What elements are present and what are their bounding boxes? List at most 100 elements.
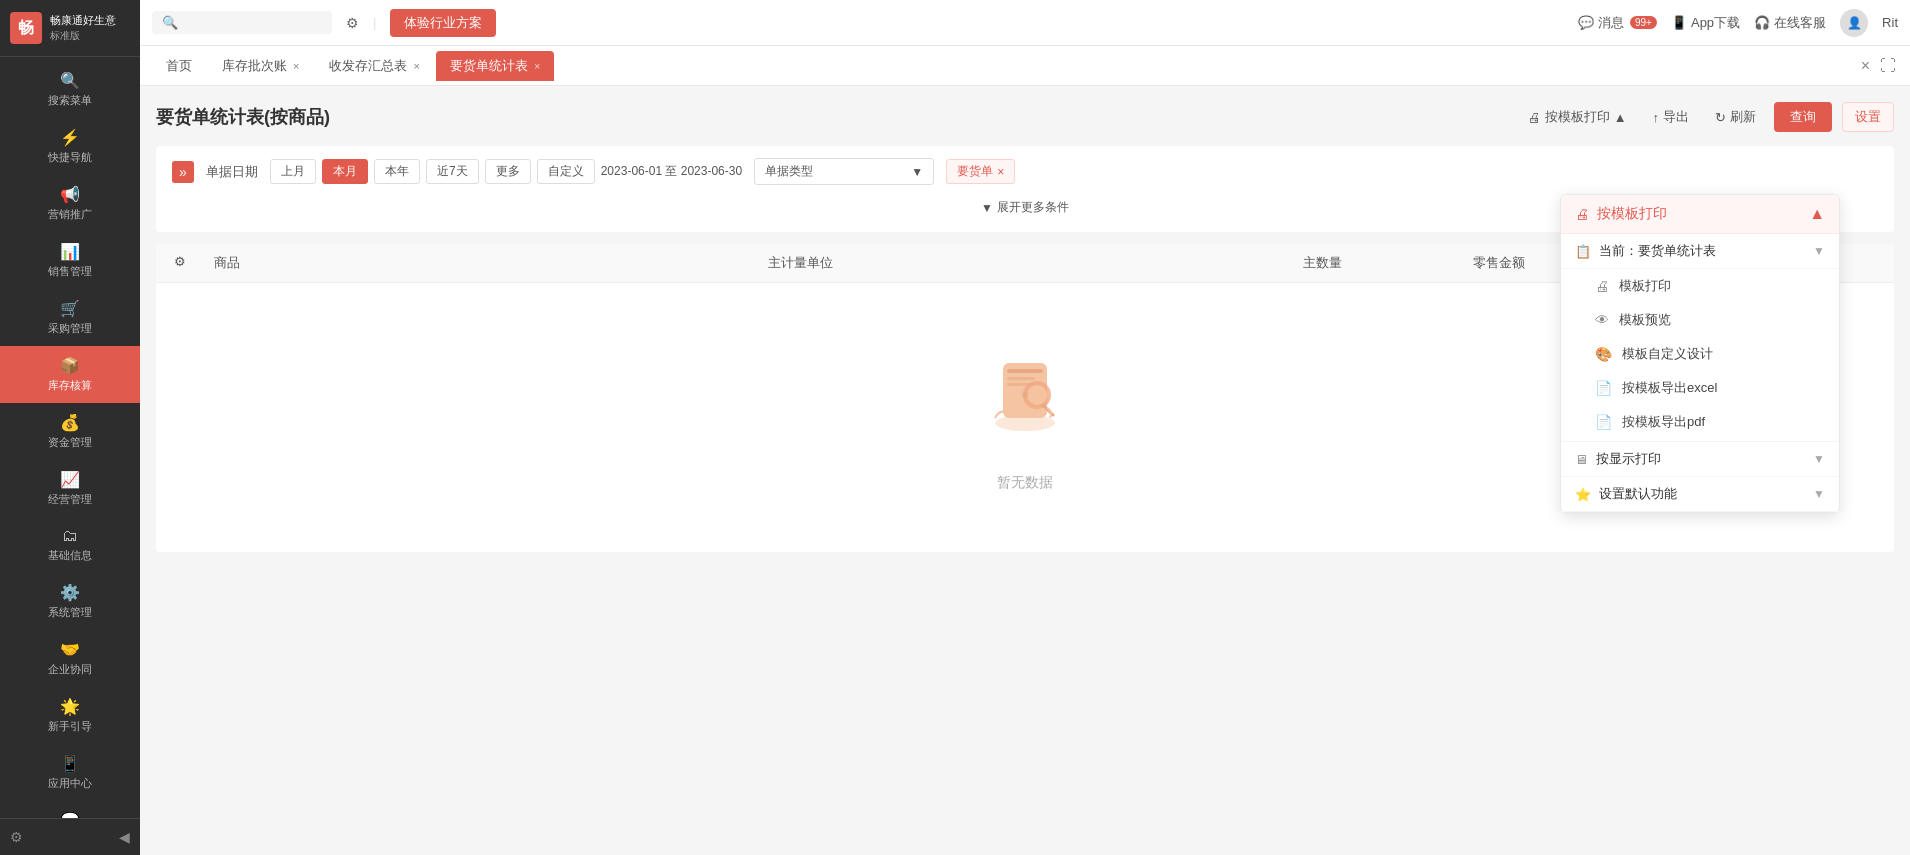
sidebar-item-operations[interactable]: 📈 经营管理 [0, 460, 140, 517]
empty-illustration [975, 343, 1075, 462]
dropdown-display-label: 🖥 按显示打印 [1575, 450, 1661, 468]
empty-svg [975, 343, 1075, 443]
dropdown-item-export-pdf[interactable]: 📄 按模板导出pdf [1561, 405, 1839, 442]
sidebar-item-finance[interactable]: 💰 资金管理 [0, 403, 140, 460]
tab-home-label: 首页 [166, 57, 192, 75]
query-btn[interactable]: 查询 [1774, 102, 1832, 132]
filter-7-days[interactable]: 近7天 [426, 159, 479, 184]
user-avatar[interactable]: 👤 [1840, 9, 1868, 37]
filter-this-month[interactable]: 本月 [322, 159, 368, 184]
sidebar-item-marketing[interactable]: 📢 营销推广 [0, 175, 140, 232]
sidebar-item-label: 经营管理 [48, 492, 92, 507]
tab-batch-account-label: 库存批次账 [222, 57, 287, 75]
sidebar-item-shortcut[interactable]: ⚡ 快捷导航 [0, 118, 140, 175]
expand-more-btn[interactable]: ▼ 展开更多条件 [969, 195, 1081, 220]
avatar-icon: 👤 [1847, 16, 1862, 30]
shortcut-icon: ⚡ [60, 128, 80, 147]
filter-dates: 上月 本月 本年 近7天 更多 自定义 2023-06-01 至 2023-06… [270, 159, 742, 184]
messages-label: 消息 [1598, 14, 1624, 32]
tab-batch-account[interactable]: 库存批次账 × [208, 51, 313, 81]
topbar-search-box: 🔍 [152, 11, 332, 34]
print-template-btn[interactable]: 🖨 按模板打印 ▲ [1520, 104, 1635, 130]
dropdown-item-template-print[interactable]: 🖨 模板打印 [1561, 269, 1839, 303]
sidebar-item-apps[interactable]: 📱 应用中心 [0, 744, 140, 801]
set-default-label-text: 设置默认功能 [1599, 485, 1677, 503]
filter-this-year[interactable]: 本年 [374, 159, 420, 184]
sidebar-item-sales[interactable]: 📊 销售管理 [0, 232, 140, 289]
sidebar-item-guide[interactable]: 🌟 新手引导 [0, 687, 140, 744]
svg-point-8 [1022, 392, 1028, 398]
online-service-btn[interactable]: 🎧 在线客服 [1754, 14, 1826, 32]
tab-batch-account-close[interactable]: × [293, 60, 299, 72]
sidebar-item-system[interactable]: ⚙️ 系统管理 [0, 573, 140, 630]
dropdown-close-btn[interactable]: ▲ [1809, 205, 1825, 223]
inventory-icon: 📦 [60, 356, 80, 375]
tab-home[interactable]: 首页 [152, 51, 206, 81]
col-qty: 主数量 [1180, 244, 1465, 282]
dropdown-display-header[interactable]: 🖥 按显示打印 ▼ [1561, 442, 1839, 476]
settings-action-btn[interactable]: 设置 [1842, 102, 1894, 132]
default-arrow-icon: ▼ [1813, 487, 1825, 501]
chevron-down-icon: ▼ [911, 165, 923, 179]
sidebar-item-wechat[interactable]: 💬 企业微信 [0, 801, 140, 818]
filter-doc-type[interactable]: 单据类型 ▼ [754, 158, 934, 185]
page-title: 要货单统计表(按商品) [156, 105, 330, 129]
svg-rect-3 [1007, 377, 1035, 380]
messages-btn[interactable]: 💬 消息 99+ [1578, 14, 1657, 32]
template-print-label: 模板打印 [1619, 277, 1671, 295]
page-actions: 🖨 按模板打印 ▲ ↑ 导出 ↻ 刷新 查询 设置 [1520, 102, 1894, 132]
main-area: 🔍 ⚙ | 体验行业方案 💬 消息 99+ 📱 App下载 🎧 在线客服 👤 [140, 0, 1910, 855]
dropdown-item-template-design[interactable]: 🎨 模板自定义设计 [1561, 337, 1839, 371]
purchase-icon: 🛒 [60, 299, 80, 318]
sidebar-item-label: 快捷导航 [48, 150, 92, 165]
basic-icon: 🗂 [62, 527, 78, 545]
sidebar-item-basic[interactable]: 🗂 基础信息 [0, 517, 140, 573]
page-header: 要货单统计表(按商品) 🖨 按模板打印 ▲ ↑ 导出 ↻ 刷新 查询 设置 [156, 102, 1894, 132]
sidebar-item-cooperation[interactable]: 🤝 企业协同 [0, 630, 140, 687]
search-input[interactable] [183, 16, 303, 30]
export-btn[interactable]: ↑ 导出 [1645, 104, 1698, 130]
empty-text: 暂无数据 [997, 474, 1053, 492]
template-print-icon: 🖨 [1595, 278, 1609, 294]
print-icon: 🖨 [1528, 110, 1541, 125]
col-settings: ⚙ [166, 244, 206, 282]
sidebar-item-search[interactable]: 🔍 搜索菜单 [0, 61, 140, 118]
logo-icon: 畅 [10, 12, 42, 44]
tab-order-summary[interactable]: 要货单统计表 × [436, 51, 554, 81]
filter-expand-icon[interactable]: » [172, 161, 194, 183]
app-download-btn[interactable]: 📱 App下载 [1671, 14, 1740, 32]
doc-type-label: 单据类型 [765, 163, 813, 180]
dropdown-item-template-preview[interactable]: 👁 模板预览 [1561, 303, 1839, 337]
dropdown-panel: 🖨 按模板打印 ▲ 📋 当前：要货单统计表 ▼ 🖨 模板打印 [1560, 194, 1840, 513]
filter-more[interactable]: 更多 [485, 159, 531, 184]
marketing-icon: 📢 [60, 185, 80, 204]
svg-rect-2 [1007, 369, 1043, 373]
refresh-btn[interactable]: ↻ 刷新 [1707, 104, 1764, 130]
tab-close-all-btn[interactable]: × [1859, 55, 1872, 77]
sidebar-settings-btn[interactable]: ⚙ [10, 829, 23, 845]
dropdown-default-label: ⭐ 设置默认功能 [1575, 485, 1677, 503]
settings-col-icon[interactable]: ⚙ [174, 254, 186, 269]
trial-btn[interactable]: 体验行业方案 [390, 9, 496, 37]
tab-collection-summary-close[interactable]: × [413, 60, 419, 72]
dropdown-header: 🖨 按模板打印 ▲ [1561, 195, 1839, 234]
guide-icon: 🌟 [60, 697, 80, 716]
messages-badge: 99+ [1630, 16, 1657, 29]
dropdown-default-header[interactable]: ⭐ 设置默认功能 ▼ [1561, 477, 1839, 511]
refresh-label: 刷新 [1730, 108, 1756, 126]
sidebar-collapse-btn[interactable]: ◀ [119, 829, 130, 845]
tab-order-summary-close[interactable]: × [534, 60, 540, 72]
settings-btn[interactable]: ⚙ [342, 11, 363, 35]
sidebar-item-inventory[interactable]: 📦 库存核算 [0, 346, 140, 403]
tab-expand-btn[interactable]: ⛶ [1878, 55, 1898, 77]
dropdown-item-export-excel[interactable]: 📄 按模板导出excel [1561, 371, 1839, 405]
filter-order-type-tag[interactable]: 要货单 × [946, 159, 1015, 184]
sidebar-item-purchase[interactable]: 🛒 采购管理 [0, 289, 140, 346]
tab-collection-summary[interactable]: 收发存汇总表 × [315, 51, 433, 81]
dropdown-current-header[interactable]: 📋 当前：要货单统计表 ▼ [1561, 234, 1839, 268]
filter-last-month[interactable]: 上月 [270, 159, 316, 184]
dropdown-title: 🖨 按模板打印 [1575, 205, 1667, 223]
tag-close-icon[interactable]: × [997, 165, 1004, 179]
filter-custom[interactable]: 自定义 [537, 159, 595, 184]
search-icon: 🔍 [162, 15, 178, 30]
